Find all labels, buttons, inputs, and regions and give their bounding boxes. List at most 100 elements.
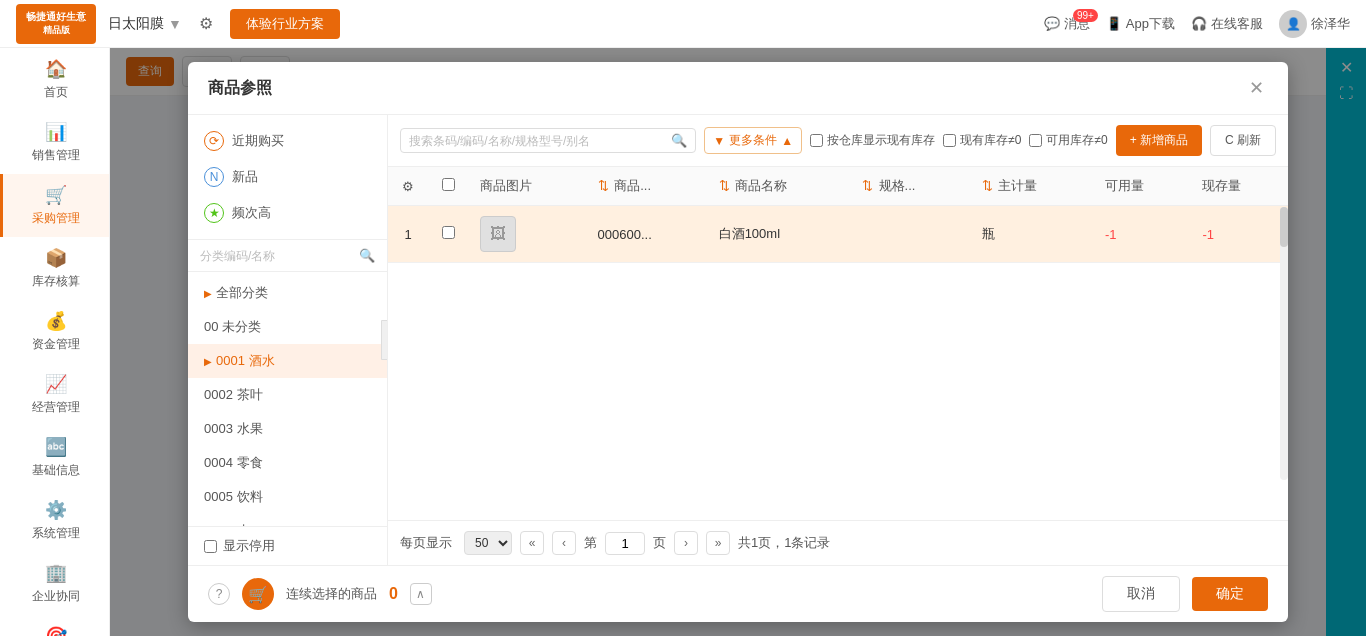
first-page-button[interactable]: « — [520, 531, 544, 555]
modal-title: 商品参照 — [208, 78, 272, 99]
sidebar-item-sales[interactable]: 📊 销售管理 — [0, 111, 109, 174]
category-liquor[interactable]: ▶ 0001 酒水 — [188, 344, 387, 378]
left-panel-footer: 显示停用 — [188, 526, 387, 565]
more-filters-button[interactable]: ▼ 更多条件 ▲ — [704, 127, 802, 154]
settings-icon[interactable]: ⚙ — [190, 8, 222, 40]
last-page-button[interactable]: » — [706, 531, 730, 555]
active-arrow-icon: ▶ — [204, 356, 212, 367]
headset-icon: 🎧 — [1191, 16, 1207, 31]
row-checkbox[interactable] — [442, 226, 455, 239]
col-available[interactable]: 可用量 — [1093, 167, 1190, 206]
select-all-checkbox[interactable] — [442, 178, 455, 191]
modal-close-button[interactable]: ✕ — [1244, 76, 1268, 100]
category-snacks[interactable]: 0004 零食 — [188, 446, 387, 480]
modal-body: ⟳ 近期购买 N 新品 ★ 频次高 — [188, 115, 1288, 565]
stock-neq0-checkbox-label[interactable]: 现有库存≠0 — [943, 132, 1021, 149]
right-panel: 🔍 ▼ 更多条件 ▲ 按仓库显示现有库存 — [388, 115, 1288, 565]
row-name-cell: 白酒100ml — [707, 206, 850, 263]
page-size-label: 每页显示 — [400, 534, 452, 552]
operations-icon: 📈 — [45, 373, 67, 395]
panel-collapse-button[interactable]: 《 — [381, 320, 388, 360]
sidebar-item-finance[interactable]: 💰 资金管理 — [0, 300, 109, 363]
category-tea[interactable]: 0002 茶叶 — [188, 378, 387, 412]
sidebar-label-enterprise: 企业协同 — [32, 588, 80, 605]
table-settings-icon[interactable]: ⚙ — [402, 179, 414, 194]
image-placeholder: 🖼 — [490, 225, 506, 243]
col-checkbox — [428, 167, 468, 206]
quick-filters: ⟳ 近期购买 N 新品 ★ 频次高 — [188, 115, 387, 240]
col-name[interactable]: ⇅ 商品名称 — [707, 167, 850, 206]
show-disabled-checkbox[interactable] — [204, 540, 217, 553]
messages-button[interactable]: 💬 消息 99+ — [1044, 15, 1090, 33]
filter-new-label: 新品 — [232, 168, 258, 186]
col-unit[interactable]: ⇅ 主计量 — [970, 167, 1093, 206]
store-selector[interactable]: 日太阳膜 ▼ — [108, 15, 182, 33]
scrollbar-thumb — [1280, 207, 1288, 247]
sort-name-icon: ⇅ — [719, 178, 730, 193]
sidebar-item-home[interactable]: 🏠 首页 — [0, 48, 109, 111]
product-table-container: ⚙ 商品图片 — [388, 167, 1288, 520]
col-spec[interactable]: ⇅ 规格... — [850, 167, 970, 206]
main-layout: 🏠 首页 📊 销售管理 🛒 采购管理 📦 库存核算 💰 资金管理 📈 经营管理 … — [0, 48, 1366, 636]
category-search-input[interactable] — [200, 249, 355, 263]
category-unclassified[interactable]: 00 未分类 — [188, 310, 387, 344]
available-neq0-checkbox[interactable] — [1029, 134, 1042, 147]
customer-service-button[interactable]: 🎧 在线客服 — [1191, 15, 1263, 33]
category-fruit[interactable]: 0003 水果 — [188, 412, 387, 446]
add-product-button[interactable]: + 新增商品 — [1116, 125, 1202, 156]
category-search-icon[interactable]: 🔍 — [359, 248, 375, 263]
sidebar-label-sales: 销售管理 — [32, 147, 80, 164]
sidebar-item-purchase[interactable]: 🛒 采购管理 — [0, 174, 109, 237]
sidebar-item-guide[interactable]: 🎯 新手引导 — [0, 615, 109, 636]
page-size-select[interactable]: 50 — [464, 531, 512, 555]
row-checkbox-cell[interactable] — [428, 206, 468, 263]
page-number-input[interactable] — [605, 532, 645, 555]
app-download-button[interactable]: 📱 App下载 — [1106, 15, 1175, 33]
table-scrollbar[interactable] — [1280, 207, 1288, 480]
basics-icon: 🔤 — [45, 436, 67, 458]
col-stock[interactable]: 现存量 — [1190, 167, 1288, 206]
search-icon[interactable]: 🔍 — [671, 133, 687, 148]
available-neq0-checkbox-label[interactable]: 可用库存≠0 — [1029, 132, 1107, 149]
confirm-button[interactable]: 确定 — [1192, 577, 1268, 611]
filter-up-icon: ▲ — [781, 134, 793, 148]
filter-high-frequency[interactable]: ★ 频次高 — [188, 195, 387, 231]
system-icon: ⚙️ — [45, 499, 67, 521]
category-water[interactable]: 0008 水 — [188, 514, 387, 526]
sidebar-item-system[interactable]: ⚙️ 系统管理 — [0, 489, 109, 552]
cancel-button[interactable]: 取消 — [1102, 576, 1180, 612]
modal-footer: ? 🛒 连续选择的商品 0 ∧ 取消 确定 — [188, 565, 1288, 622]
category-all[interactable]: ▶ 全部分类 — [188, 276, 387, 310]
warehouse-filter-checkbox[interactable] — [810, 134, 823, 147]
filter-new-products[interactable]: N 新品 — [188, 159, 387, 195]
sidebar-item-enterprise[interactable]: 🏢 企业协同 — [0, 552, 109, 615]
next-page-button[interactable]: › — [674, 531, 698, 555]
product-search-input[interactable] — [409, 134, 667, 148]
refresh-button[interactable]: C 刷新 — [1210, 125, 1276, 156]
sidebar-item-operations[interactable]: 📈 经营管理 — [0, 363, 109, 426]
col-settings[interactable]: ⚙ — [388, 167, 428, 206]
row-unit-cell: 瓶 — [970, 206, 1093, 263]
table-row[interactable]: 1 🖼 — [388, 206, 1288, 263]
filter-freq-label: 频次高 — [232, 204, 271, 222]
sidebar-item-inventory[interactable]: 📦 库存核算 — [0, 237, 109, 300]
category-drinks[interactable]: 0005 饮料 — [188, 480, 387, 514]
prev-page-button[interactable]: ‹ — [552, 531, 576, 555]
new-icon: N — [204, 167, 224, 187]
page-word2: 页 — [653, 534, 666, 552]
category-tree: ▶ 全部分类 00 未分类 ▶ 0001 酒水 0002 茶 — [188, 272, 387, 526]
expand-arrow-icon: ▶ — [204, 288, 212, 299]
col-code[interactable]: ⇅ 商品... — [586, 167, 707, 206]
show-disabled-label: 显示停用 — [223, 537, 275, 555]
message-badge: 99+ — [1073, 9, 1098, 22]
navbar: 畅捷通好生意 精品版 日太阳膜 ▼ ⚙ 体验行业方案 💬 消息 99+ 📱 Ap… — [0, 0, 1366, 48]
try-industry-button[interactable]: 体验行业方案 — [230, 9, 340, 39]
help-button[interactable]: ? — [208, 583, 230, 605]
category-search: 🔍 — [188, 240, 387, 272]
stock-neq0-checkbox[interactable] — [943, 134, 956, 147]
user-profile[interactable]: 👤 徐泽华 — [1279, 10, 1350, 38]
filter-recent-purchase[interactable]: ⟳ 近期购买 — [188, 123, 387, 159]
sidebar-item-basics[interactable]: 🔤 基础信息 — [0, 426, 109, 489]
warehouse-filter-checkbox-label[interactable]: 按仓库显示现有库存 — [810, 132, 935, 149]
collapse-footer-button[interactable]: ∧ — [410, 583, 432, 605]
